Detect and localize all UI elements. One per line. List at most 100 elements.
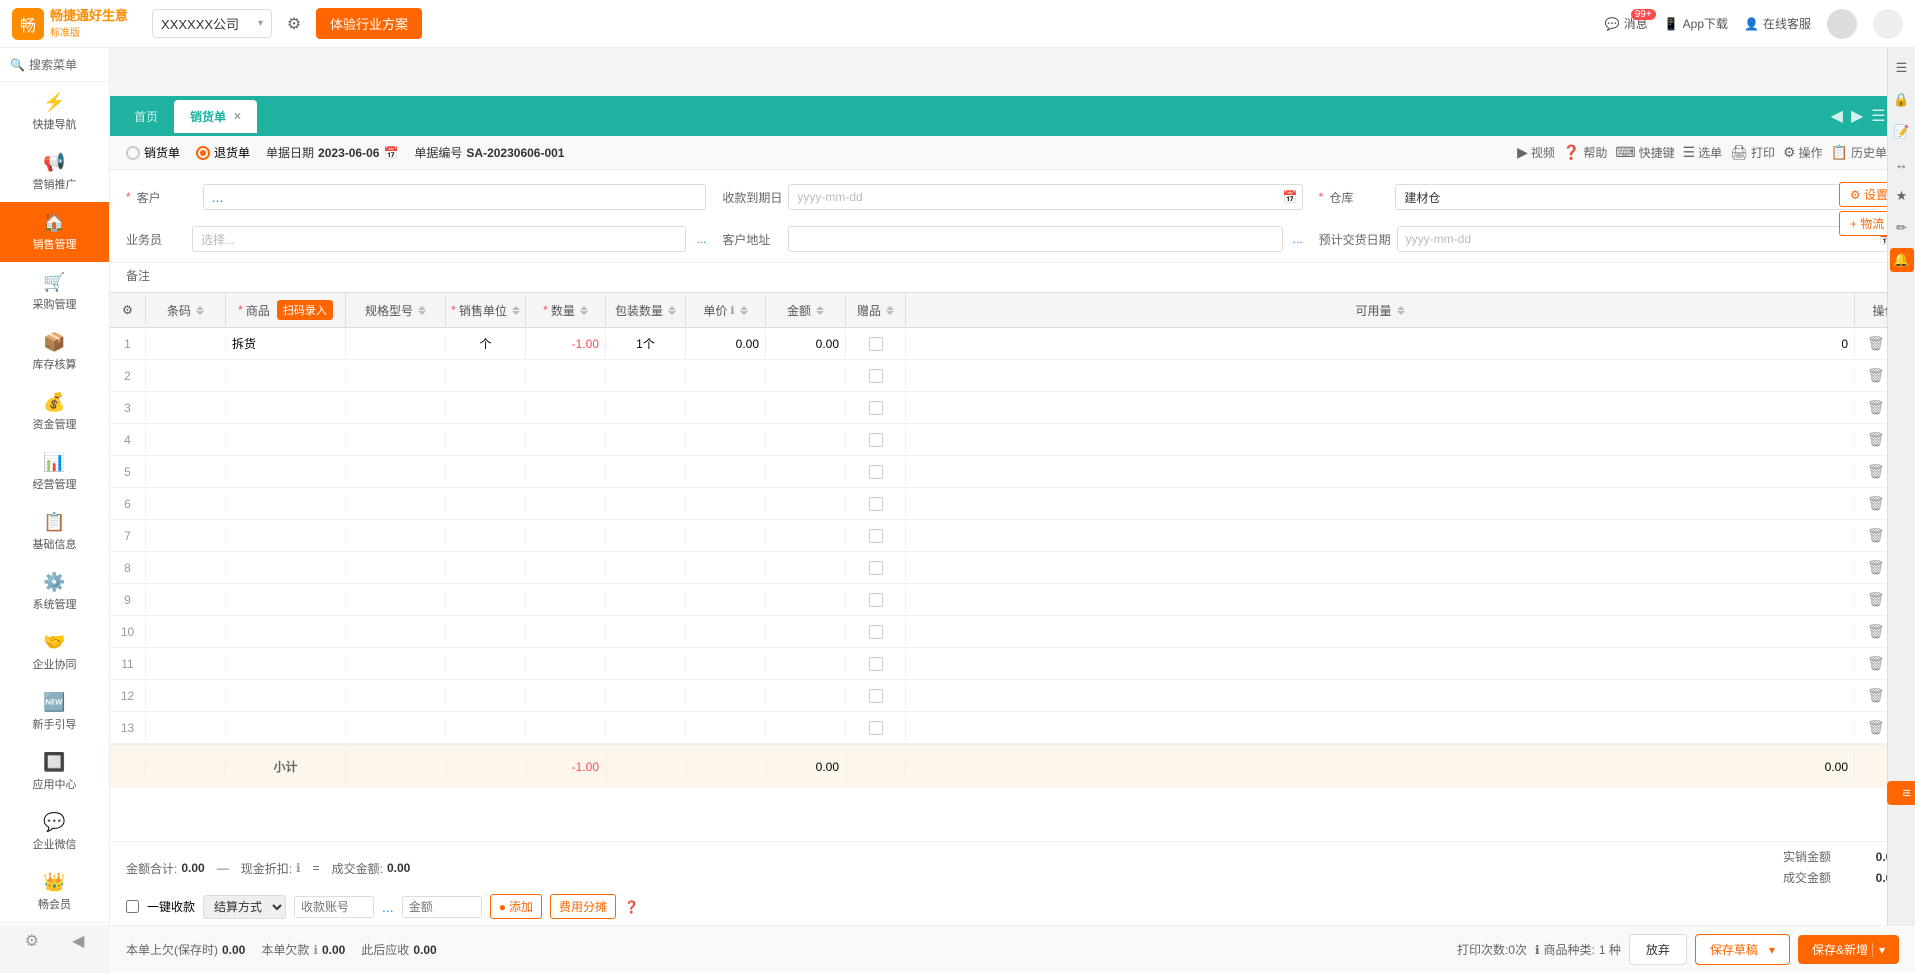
td-row1-product[interactable]: 拆货 xyxy=(226,328,346,359)
customer-address-input[interactable] xyxy=(788,226,1282,252)
td-row1-price[interactable]: 0.00 xyxy=(686,330,766,358)
shortcut-button[interactable]: ⌨ 快捷键 xyxy=(1615,144,1674,161)
warehouse-input[interactable]: 建材仓 xyxy=(1395,184,1879,210)
th-settings[interactable]: ⚙ xyxy=(110,296,146,324)
help-button[interactable]: ❓ 帮助 xyxy=(1563,144,1607,161)
sort-qty[interactable] xyxy=(580,306,588,315)
avatar-secondary[interactable] xyxy=(1873,9,1903,39)
one-click-payment-checkbox[interactable]: 一键收款 xyxy=(126,898,195,915)
sort-amount[interactable] xyxy=(816,306,824,315)
salesperson-label: 业务员 xyxy=(126,231,186,248)
ops-button[interactable]: ⚙ 操作 xyxy=(1783,144,1823,161)
payment-amount-input[interactable] xyxy=(402,896,482,918)
tab-sales-order[interactable]: 销货单 × xyxy=(174,100,257,133)
customer-address-ellipsis[interactable]: ... xyxy=(1293,232,1303,246)
sidebar-item-system[interactable]: ⚙️ 系统管理 xyxy=(0,562,109,622)
sort-spec[interactable] xyxy=(418,306,426,315)
discount-help-icon[interactable]: ℹ xyxy=(296,861,301,875)
prev-tab-button[interactable]: ◀ xyxy=(1831,106,1843,126)
choose-order-button[interactable]: ☰ 选单 xyxy=(1683,144,1723,161)
right-panel-btn-2[interactable]: 🔒 xyxy=(1890,88,1914,112)
radio-sales[interactable]: 销货单 xyxy=(126,144,180,161)
video-button[interactable]: ▶ 视频 xyxy=(1517,144,1555,161)
avatar[interactable] xyxy=(1827,9,1857,39)
due-date-input[interactable]: yyyy-mm-dd 📅 xyxy=(788,184,1302,210)
tab-close-icon[interactable]: × xyxy=(234,109,241,123)
sidebar-item-marketing[interactable]: 📢 营销推广 xyxy=(0,142,109,202)
apps-icon: 🔲 xyxy=(43,752,65,773)
sort-available[interactable] xyxy=(1397,306,1405,315)
scan-button[interactable]: 扫码录入 xyxy=(277,300,333,320)
online-service-button[interactable]: 👤 在线客服 xyxy=(1744,15,1811,32)
tab-home[interactable]: 首页 xyxy=(118,100,174,133)
tab-list-button[interactable]: ☰ xyxy=(1871,106,1885,126)
sort-gift[interactable] xyxy=(886,306,894,315)
td-row1-unit[interactable]: 个 xyxy=(446,328,526,359)
sort-price[interactable] xyxy=(740,306,748,315)
sidebar-item-inventory[interactable]: 📦 库存核算 xyxy=(0,322,109,382)
app-download-button[interactable]: 📱 App下载 xyxy=(1664,15,1728,32)
abandon-button[interactable]: 放弃 xyxy=(1629,934,1687,965)
payment-method-select[interactable]: 结算方式 xyxy=(203,895,286,919)
payment-row: 一键收款 结算方式 ... ● 添加 费用分摊 ❓ xyxy=(126,888,1899,919)
salesperson-ellipsis[interactable]: ... xyxy=(696,232,706,246)
print-button[interactable]: 🖨 打印 xyxy=(1730,144,1775,161)
sort-barcode[interactable] xyxy=(196,306,204,315)
salesperson-input[interactable]: 选择... xyxy=(192,226,686,252)
save-draft-button[interactable]: 保存草稿 ▾ xyxy=(1695,934,1790,965)
right-panel-btn-5[interactable]: ★ xyxy=(1890,184,1914,208)
sidebar-item-purchase[interactable]: 🛒 采购管理 xyxy=(0,262,109,322)
sort-unit[interactable] xyxy=(512,306,520,315)
sidebar-item-basics[interactable]: 📋 基础信息 xyxy=(0,502,109,562)
settings-gear-button[interactable]: ⚙ xyxy=(280,10,308,38)
sidebar-item-quick-nav[interactable]: ⚡ 快捷导航 xyxy=(0,82,109,142)
sidebar-item-apps[interactable]: 🔲 应用中心 xyxy=(0,742,109,802)
td-row1-gift[interactable] xyxy=(846,330,906,358)
customer-input[interactable]: ... xyxy=(203,184,707,210)
sidebar-item-wechat[interactable]: 💬 企业微信 xyxy=(0,802,109,862)
quick-nav-icon: ⚡ xyxy=(43,92,65,113)
td-row1-qty[interactable]: -1.00 xyxy=(526,330,606,358)
radio-sales-circle xyxy=(126,146,140,160)
gift-checkbox-1[interactable] xyxy=(869,337,883,351)
sidebar-item-sales[interactable]: 🏠 销售管理 xyxy=(0,202,109,262)
payment-ellipsis[interactable]: ... xyxy=(382,899,394,915)
td-row1-available: 0 xyxy=(906,330,1855,358)
right-panel-btn-1[interactable]: ☰ xyxy=(1890,56,1914,80)
delete-row1-button[interactable]: 🗑 xyxy=(1867,335,1885,352)
total-owe-info-icon[interactable]: ℹ xyxy=(313,943,318,957)
save-new-button[interactable]: 保存&新增 ▾ xyxy=(1798,935,1899,964)
save-new-split[interactable]: ▾ xyxy=(1872,943,1885,957)
expense-split-button[interactable]: 费用分摊 xyxy=(550,894,616,919)
company-selector[interactable]: XXXXXX公司 ▾ xyxy=(152,9,272,38)
sidebar-item-finance[interactable]: 💰 资金管理 xyxy=(0,382,109,442)
right-panel-btn-7[interactable]: 🔔 xyxy=(1890,248,1914,272)
calendar-icon[interactable]: 📅 xyxy=(383,146,398,160)
sidebar-item-member[interactable]: 👑 畅会员 xyxy=(0,862,109,922)
trial-button[interactable]: 体验行业方案 xyxy=(316,8,422,39)
payment-help-icon[interactable]: ❓ xyxy=(624,900,639,914)
sidebar-item-guide[interactable]: 🆕 新手引导 xyxy=(0,682,109,742)
right-panel-btn-4[interactable]: ↔ xyxy=(1890,152,1914,176)
next-tab-button[interactable]: ▶ xyxy=(1851,106,1863,126)
one-click-checkbox-input[interactable] xyxy=(126,900,139,913)
sidebar-item-operations[interactable]: 📊 经营管理 xyxy=(0,442,109,502)
save-draft-split[interactable]: ▾ xyxy=(1762,943,1775,957)
messages-button[interactable]: 💬 消息 99+ xyxy=(1605,15,1648,32)
add-payment-button[interactable]: ● 添加 xyxy=(490,894,542,919)
orange-fab[interactable]: Itl xyxy=(1887,781,1915,805)
td-row1-barcode[interactable] xyxy=(146,337,226,351)
sidebar-item-enterprise[interactable]: 🤝 企业协同 xyxy=(0,622,109,682)
notes-input[interactable] xyxy=(156,269,1899,283)
right-panel-btn-3[interactable]: 📝 xyxy=(1890,120,1914,144)
right-panel-btn-6[interactable]: ✏ xyxy=(1890,216,1914,240)
payment-account-input[interactable] xyxy=(294,896,374,918)
radio-return[interactable]: 退货单 xyxy=(196,144,250,161)
td-row1-amount[interactable]: 0.00 xyxy=(766,330,846,358)
expected-delivery-input[interactable]: yyyy-mm-dd 📅 xyxy=(1397,226,1899,252)
purchase-icon: 🛒 xyxy=(43,272,65,293)
td-row1-pack[interactable]: 1个 xyxy=(606,328,686,359)
sidebar-search[interactable]: 🔍 搜索菜单 xyxy=(0,48,109,82)
sort-pack[interactable] xyxy=(668,306,676,315)
td-row1-spec[interactable] xyxy=(346,337,446,351)
